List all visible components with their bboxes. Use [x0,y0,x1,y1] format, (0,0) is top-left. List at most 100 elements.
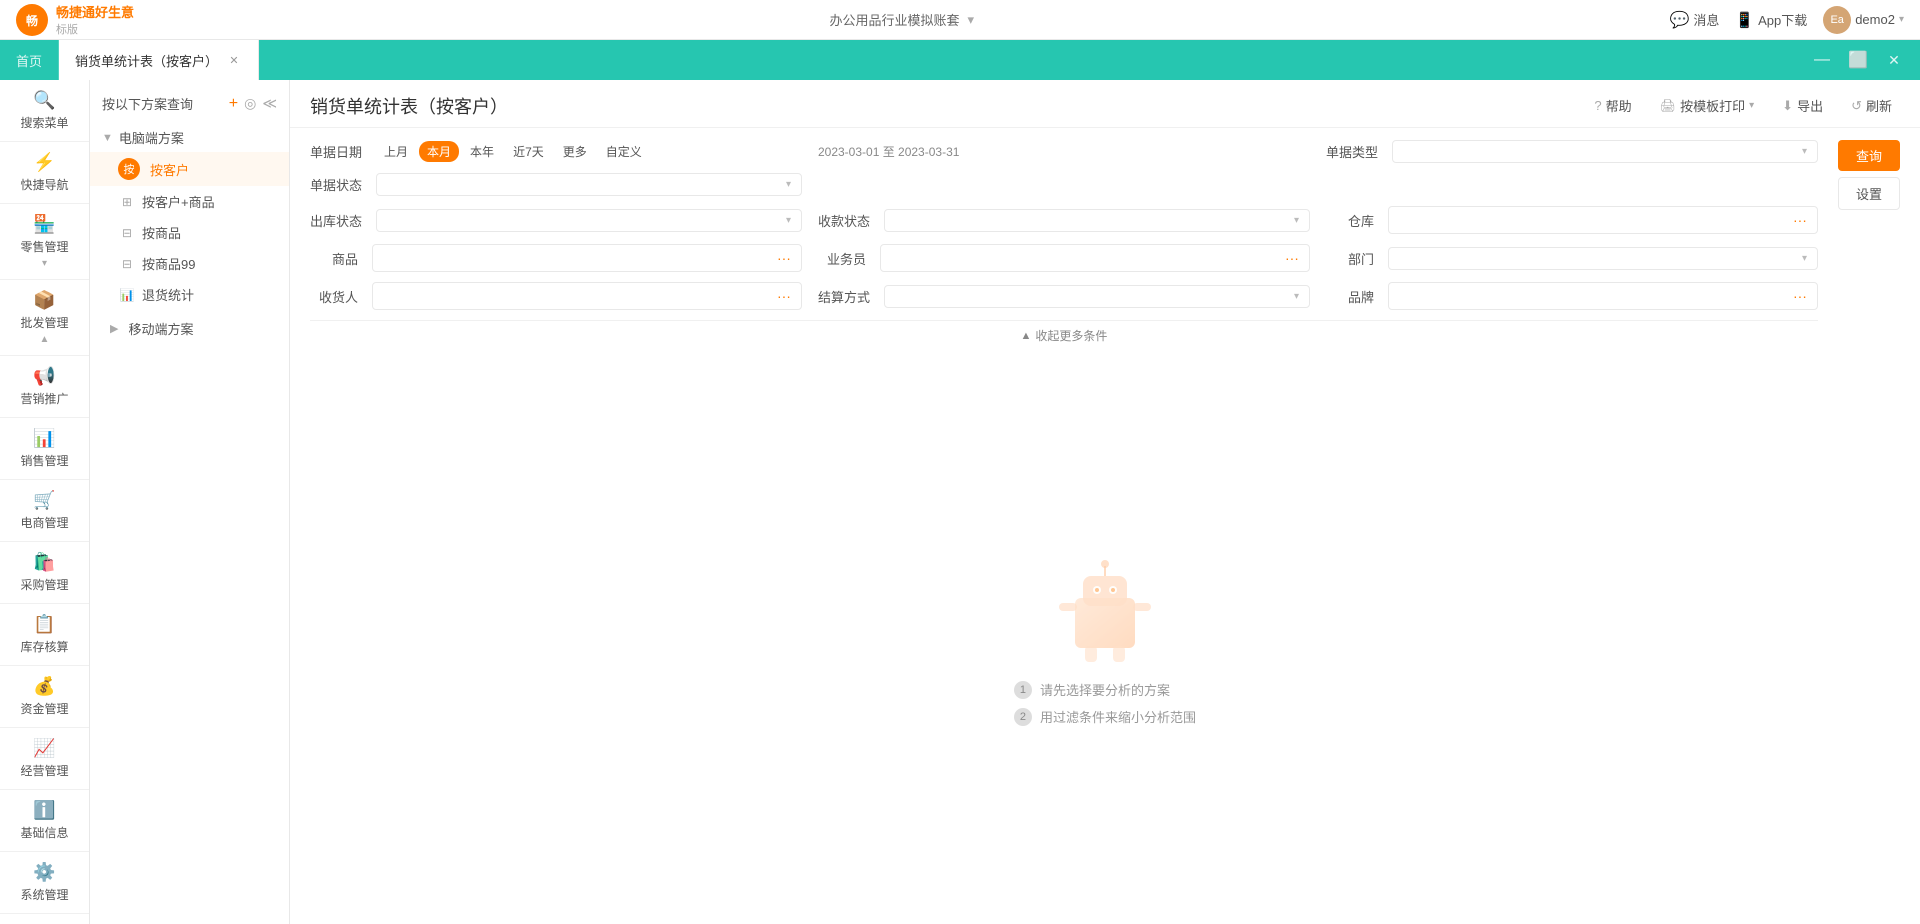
doc-type-label: 单据类型 [1326,142,1386,161]
logo-icon: 畅 [16,4,48,36]
sidebar-item-system[interactable]: ⚙️ 系统管理 [0,852,89,914]
message-icon: 💬 [1669,10,1689,30]
marketing-icon: 📢 [33,366,55,387]
sidebar-item-inventory[interactable]: 📋 库存核算 [0,604,89,666]
tree-group-desktop: ▼ 电脑端方案 按 按客户 ⊞ 按客户+商品 ⊟ 按商品 [90,123,289,310]
collapse-bar[interactable]: ▲ 收起更多条件 [310,320,1818,350]
add-scheme-btn[interactable]: + [229,95,238,113]
filter-row-4: 收货人 ··· 结算方式 ▾ [310,282,1818,310]
template-print-btn[interactable]: 🖨 按模板打印 ▾ [1652,92,1763,119]
date-tab-7days[interactable]: 近7天 [505,141,552,162]
date-tab-this-month[interactable]: 本月 [419,141,459,162]
user-profile[interactable]: Ea demo2 ▾ [1823,6,1904,34]
ecommerce-icon: 🛒 [33,490,55,511]
tab-home[interactable]: 首页 [0,40,59,80]
date-tab-more[interactable]: 更多 [555,141,595,162]
page-header: 销货单统计表（按客户） ? 帮助 🖨 按模板打印 ▾ ⬇ 导出 [290,80,1920,128]
tab-minimize-btn[interactable]: — [1808,46,1836,74]
sidebar-item-operations[interactable]: 📈 经营管理 [0,728,89,790]
filter-date: 单据日期 上月 本月 本年 近7天 更多 自定义 [310,141,802,162]
export-btn[interactable]: ⬇ 导出 [1774,92,1831,119]
help-btn[interactable]: ? 帮助 [1586,92,1639,119]
query-buttons: 查询 设置 [1838,140,1900,210]
page-actions: ? 帮助 🖨 按模板打印 ▾ ⬇ 导出 ↺ 刷新 [1586,92,1900,119]
tab-sales-stats[interactable]: 销货单统计表（按客户） ✕ [59,40,259,80]
refresh-btn[interactable]: ↺ 刷新 [1843,92,1900,119]
sidebar-item-wholesale[interactable]: 📦 批发管理 ▲ [0,280,89,356]
warehouse-select[interactable]: ··· [1388,206,1818,234]
industry-selector[interactable]: 办公用品行业模拟账套 ▾ [829,10,974,29]
sidebar-item-finance[interactable]: 💰 资金管理 [0,666,89,728]
tree-item-return-stats[interactable]: 📊 退货统计 [90,279,289,310]
query-btn[interactable]: 查询 [1838,140,1900,171]
help-icon: ? [1594,98,1601,113]
filter-receiver: 收货人 ··· [310,282,802,310]
by-product-icon: ⊟ [118,224,136,242]
filter-section: 单据日期 上月 本月 本年 近7天 更多 自定义 2023-03-0 [290,128,1920,350]
purchase-icon: 🛍️ [33,552,55,573]
tree-group-mobile-label[interactable]: ▶ 移动端方案 [90,314,289,343]
date-tab-custom[interactable]: 自定义 [598,141,650,162]
page-title: 销货单统计表（按客户） [310,93,508,119]
operations-icon: 📈 [33,738,55,759]
settlement-select[interactable]: ▾ [884,285,1310,308]
filter-grid: 单据日期 上月 本月 本年 近7天 更多 自定义 2023-03-0 [310,140,1818,350]
sidebar-item-enterprise[interactable]: 🏢 企业协同 [0,914,89,924]
filter-row-3: 商品 ··· 业务员 ··· [310,244,1818,272]
refresh-icon: ↺ [1851,98,1862,114]
sidebar-item-ecommerce[interactable]: 🛒 电商管理 [0,480,89,542]
retail-icon: 🏪 [33,214,55,235]
panel-header: 按以下方案查询 + ◎ ≪ [90,88,289,119]
tree-item-customer-product[interactable]: ⊞ 按客户+商品 [90,186,289,217]
tab-close-window-btn[interactable]: ✕ [1880,46,1908,74]
tree-item-product-99[interactable]: ⊟ 按商品99 [90,248,289,279]
product-dots: ··· [777,250,791,266]
empty-illustration [1045,548,1165,668]
salesperson-select[interactable]: ··· [880,244,1310,272]
app-download-btn[interactable]: 📱 App下载 [1735,10,1807,29]
product-select[interactable]: ··· [372,244,802,272]
settlement-chevron: ▾ [1294,291,1299,302]
sidebar-item-sales-mgmt[interactable]: 📊 销售管理 [0,418,89,480]
sidebar-item-marketing[interactable]: 📢 营销推广 [0,356,89,418]
filter-product: 商品 ··· [310,244,802,272]
payment-status-select[interactable]: ▾ [884,209,1310,232]
tab-maximize-btn[interactable]: ⬜ [1844,46,1872,74]
date-tab-last-month[interactable]: 上月 [376,141,416,162]
out-status-select[interactable]: ▾ [376,209,802,232]
hint-num-2: 2 [1014,708,1032,726]
sidebar-item-retail[interactable]: 🏪 零售管理 ▾ [0,204,89,280]
search-menu-icon: 🔍 [33,90,55,111]
sidebar-item-purchase[interactable]: 🛍️ 采购管理 [0,542,89,604]
dept-chevron: ▾ [1802,253,1807,264]
filter-payment-status: 收款状态 ▾ [818,209,1310,232]
warehouse-label: 仓库 [1326,211,1382,230]
main-layout: 🔍 搜索菜单 ⚡ 快捷导航 🏪 零售管理 ▾ 📦 批发管理 ▲ 📢 营销推广 [0,80,1920,924]
doc-status-chevron: ▾ [786,179,791,190]
active-dot: 按 [118,158,140,180]
brand-select[interactable]: ··· [1388,282,1818,310]
tree-item-by-product[interactable]: ⊟ 按商品 [90,217,289,248]
doc-status-label: 单据状态 [310,175,370,194]
settings-scheme-btn[interactable]: ◎ [244,95,256,113]
sidebar-item-basic-info[interactable]: ℹ️ 基础信息 [0,790,89,852]
tab-close-btn[interactable]: ✕ [226,52,242,68]
collapse-panel-btn[interactable]: ≪ [262,95,277,113]
receiver-select[interactable]: ··· [372,282,802,310]
doc-type-select[interactable]: ▾ [1392,140,1818,163]
settings-btn[interactable]: 设置 [1838,177,1900,210]
doc-status-select[interactable]: ▾ [376,173,802,196]
dept-select[interactable]: ▾ [1388,247,1818,270]
sidebar-item-quick-nav[interactable]: ⚡ 快捷导航 [0,142,89,204]
tree-group-desktop-label[interactable]: ▼ 电脑端方案 [90,123,289,152]
message-btn[interactable]: 💬 消息 [1669,10,1719,30]
quick-nav-icon: ⚡ [33,152,55,173]
date-tab-this-year[interactable]: 本年 [462,141,502,162]
wholesale-icon: 📦 [33,290,55,311]
sidebar: 🔍 搜索菜单 ⚡ 快捷导航 🏪 零售管理 ▾ 📦 批发管理 ▲ 📢 营销推广 [0,80,90,924]
filter-out-status: 出库状态 ▾ [310,209,802,232]
sidebar-item-search-menu[interactable]: 🔍 搜索菜单 [0,80,89,142]
empty-hint-2: 2 用过滤条件来缩小分析范围 [1014,707,1196,726]
tree-item-by-customer[interactable]: 按 按客户 [90,152,289,186]
receiver-label: 收货人 [310,287,366,306]
